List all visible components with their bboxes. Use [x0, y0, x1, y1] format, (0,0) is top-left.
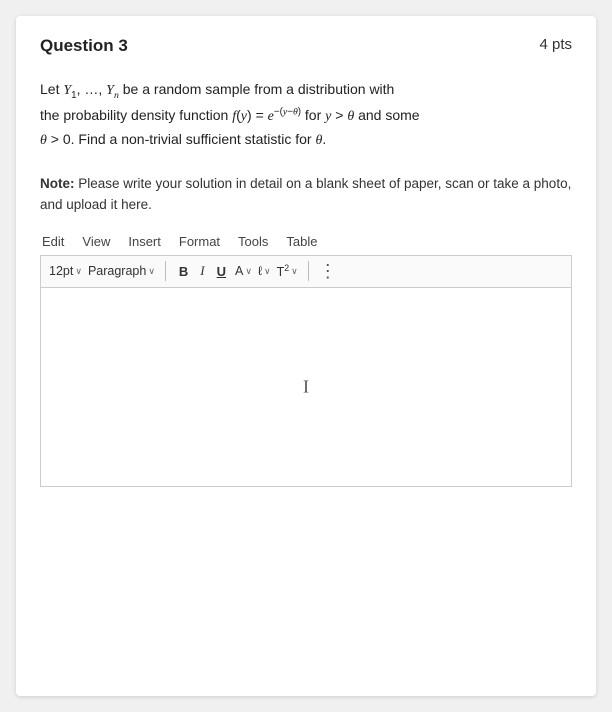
- underline-button[interactable]: U: [214, 263, 229, 280]
- font-color-caret: ∨: [245, 266, 252, 277]
- paragraph-caret: ∨: [148, 266, 155, 277]
- bold-button[interactable]: B: [176, 263, 191, 280]
- menu-view[interactable]: View: [82, 234, 110, 249]
- paragraph-select[interactable]: Paragraph ∨: [88, 264, 155, 278]
- toolbar-divider-2: [308, 261, 309, 281]
- editor-toolbar: 12pt ∨ Paragraph ∨ B I U A ∨ ℓ ∨ T2 ∨ ⋮: [40, 255, 572, 287]
- toolbar-divider-1: [165, 261, 166, 281]
- note-text: Please write your solution in detail on …: [40, 176, 571, 212]
- question-line1: Let Y1, …, Yn be a random sample from a …: [40, 81, 394, 97]
- font-size-select[interactable]: 12pt ∨: [49, 264, 82, 278]
- text-cursor: I: [303, 376, 309, 397]
- menu-tools[interactable]: Tools: [238, 234, 268, 249]
- font-size-caret: ∨: [75, 266, 82, 277]
- font-size-value: 12pt: [49, 264, 73, 278]
- question-line3: θ > 0. Find a non-trivial sufficient sta…: [40, 131, 326, 147]
- page-container: Question 3 4 pts Let Y1, …, Yn be a rand…: [16, 16, 596, 696]
- menu-insert[interactable]: Insert: [128, 234, 161, 249]
- italic-button[interactable]: I: [197, 262, 207, 280]
- note-label: Note:: [40, 176, 75, 191]
- highlight-caret: ∨: [264, 266, 271, 277]
- superscript-select[interactable]: T2 ∨: [277, 263, 298, 279]
- menu-table[interactable]: Table: [286, 234, 317, 249]
- question-body: Let Y1, …, Yn be a random sample from a …: [40, 78, 572, 152]
- superscript-value: T2: [277, 263, 290, 279]
- question-line2: the probability density function f(y) = …: [40, 107, 420, 123]
- pts-label: 4 pts: [539, 36, 572, 53]
- font-color-select[interactable]: A ∨: [235, 264, 252, 278]
- editor-content-area[interactable]: I: [40, 287, 572, 487]
- menu-format[interactable]: Format: [179, 234, 220, 249]
- superscript-caret: ∨: [291, 266, 298, 277]
- editor-menu: Edit View Insert Format Tools Table: [40, 234, 572, 249]
- more-options-button[interactable]: ⋮: [319, 261, 338, 282]
- menu-edit[interactable]: Edit: [42, 234, 64, 249]
- paragraph-value: Paragraph: [88, 264, 146, 278]
- font-color-value: A: [235, 264, 243, 278]
- highlight-value: ℓ: [258, 264, 262, 278]
- highlight-select[interactable]: ℓ ∨: [258, 264, 271, 278]
- question-title: Question 3: [40, 36, 128, 56]
- note-section: Note: Please write your solution in deta…: [40, 174, 572, 216]
- question-header: Question 3 4 pts: [40, 36, 572, 56]
